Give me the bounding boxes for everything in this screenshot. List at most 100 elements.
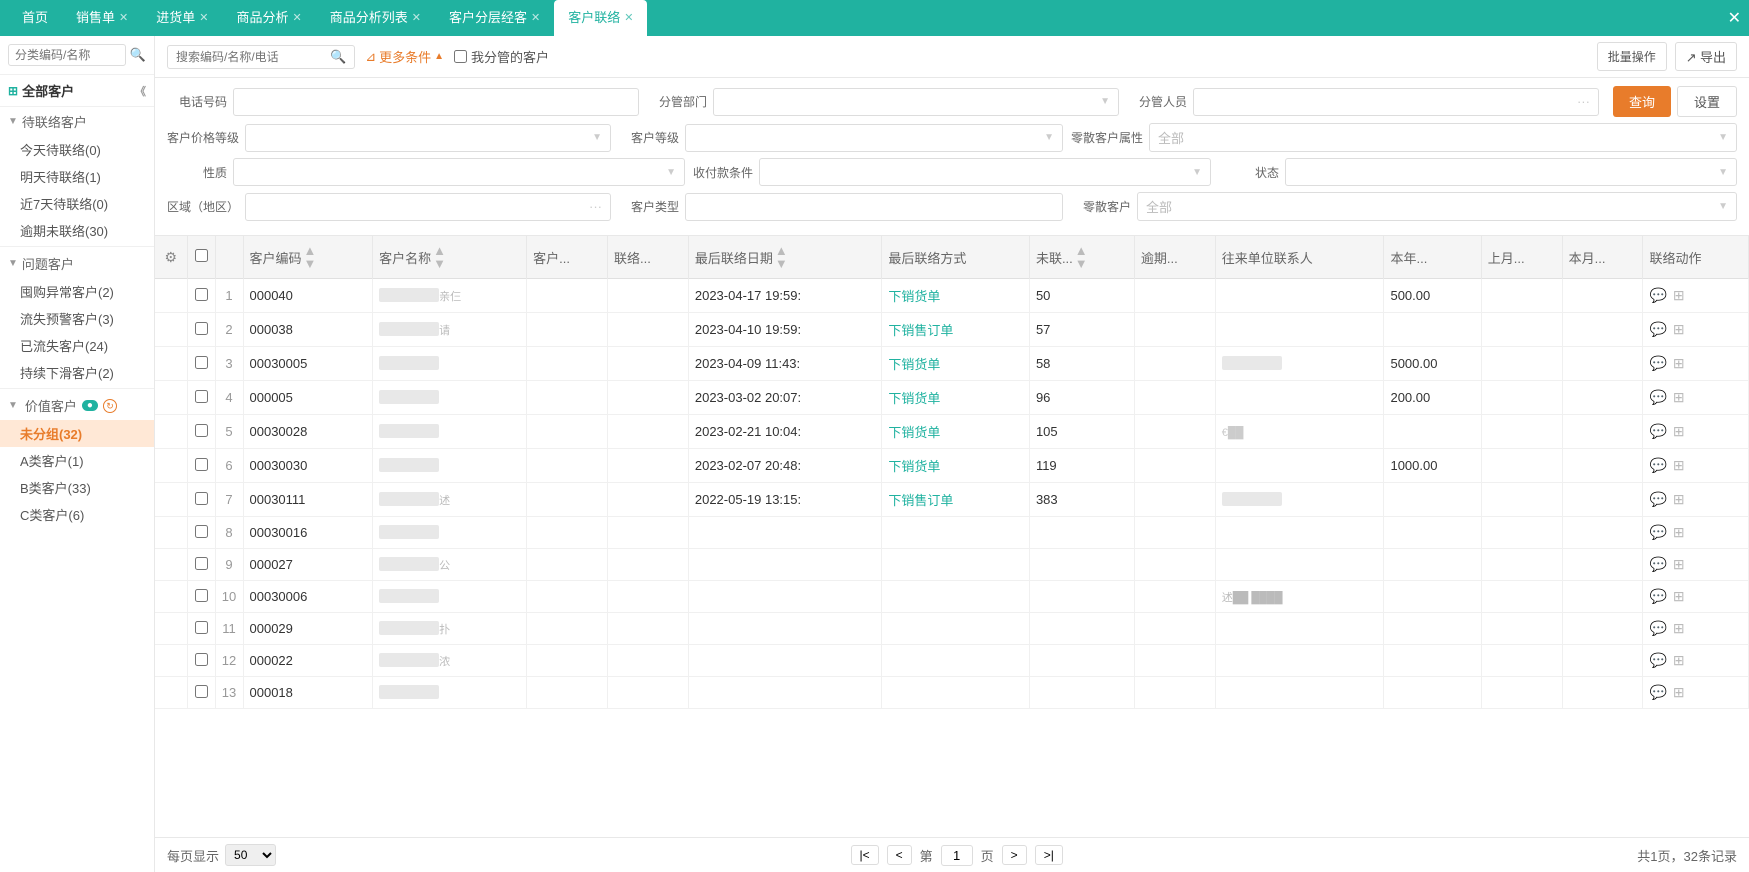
sidebar-item-class-a[interactable]: A类客户(1) xyxy=(0,447,154,474)
contact-method-link[interactable]: 下销货单 xyxy=(888,357,940,372)
export-button[interactable]: ↗ 导出 xyxy=(1675,42,1737,71)
th-overdue[interactable]: 逾期... xyxy=(1134,236,1215,279)
tab-customer-segment[interactable]: 客户分层经客 ✕ xyxy=(435,0,554,36)
sort-icon-name[interactable]: ▲▼ xyxy=(433,244,446,270)
page-input[interactable] xyxy=(941,845,973,866)
chat-icon[interactable]: 💬 xyxy=(1649,652,1666,669)
sidebar-group-value[interactable]: ▼ 价值客户 ● ↻ xyxy=(0,391,154,420)
sidebar-item-tomorrow-pending[interactable]: 明天待联络(1) xyxy=(0,163,154,190)
grid-action-icon[interactable]: ⊞ xyxy=(1673,684,1685,701)
sidebar-item-class-c[interactable]: C类客户(6) xyxy=(0,501,154,528)
chat-icon[interactable]: 💬 xyxy=(1649,355,1666,372)
close-purchase-tab[interactable]: ✕ xyxy=(199,0,208,36)
grid-action-icon[interactable]: ⊞ xyxy=(1673,620,1685,637)
chat-icon[interactable]: 💬 xyxy=(1649,423,1666,440)
reset-button[interactable]: 设置 xyxy=(1677,86,1737,117)
per-page-select[interactable]: 50 20 100 xyxy=(225,844,276,866)
close-product-analysis-tab[interactable]: ✕ xyxy=(293,0,302,36)
sidebar-item-class-b[interactable]: B类客户(33) xyxy=(0,474,154,501)
filter-retail-customer-input[interactable]: 全部 ▼ xyxy=(1137,192,1737,221)
th-name[interactable]: 客户名称 ▲▼ xyxy=(373,236,527,279)
chat-icon[interactable]: 💬 xyxy=(1649,620,1666,637)
row-checkbox[interactable] xyxy=(195,589,208,602)
sidebar-item-churned[interactable]: 已流失客户(24) xyxy=(0,332,154,359)
th-last-contact-method[interactable]: 最后联络方式 xyxy=(882,236,1030,279)
sidebar-search-input[interactable] xyxy=(8,44,126,66)
settings-icon[interactable]: ⚙ xyxy=(164,249,177,265)
close-customer-segment-tab[interactable]: ✕ xyxy=(531,0,540,36)
sidebar-item-7day-pending[interactable]: 近7天待联络(0) xyxy=(0,190,154,217)
row-checkbox[interactable] xyxy=(195,322,208,335)
chat-icon[interactable]: 💬 xyxy=(1649,389,1666,406)
grid-action-icon[interactable]: ⊞ xyxy=(1673,355,1685,372)
sidebar-item-declining[interactable]: 持续下滑客户(2) xyxy=(0,359,154,386)
grid-action-icon[interactable]: ⊞ xyxy=(1673,321,1685,338)
row-checkbox[interactable] xyxy=(195,424,208,437)
chat-icon[interactable]: 💬 xyxy=(1649,491,1666,508)
contact-method-link[interactable]: 下销售订单 xyxy=(888,323,953,338)
sort-icon-date[interactable]: ▲▼ xyxy=(775,244,788,270)
grid-action-icon[interactable]: ⊞ xyxy=(1673,423,1685,440)
th-settings[interactable]: ⚙ xyxy=(155,236,187,279)
contact-method-link[interactable]: 下销货单 xyxy=(888,459,940,474)
tab-purchase[interactable]: 进货单 ✕ xyxy=(142,0,222,36)
filter-person-input[interactable]: ··· xyxy=(1193,88,1599,116)
filter-search-input[interactable] xyxy=(176,50,326,64)
th-last-month[interactable]: 上月... xyxy=(1481,236,1562,279)
sidebar-item-overdue-pending[interactable]: 逾期未联络(30) xyxy=(0,217,154,244)
sidebar-item-today-pending[interactable]: 今天待联络(0) xyxy=(0,136,154,163)
grid-action-icon[interactable]: ⊞ xyxy=(1673,457,1685,474)
contact-method-link[interactable]: 下销货单 xyxy=(888,289,940,304)
tab-customer-contact[interactable]: 客户联络 ✕ xyxy=(554,0,647,36)
sort-icon-code[interactable]: ▲▼ xyxy=(304,244,317,270)
grid-action-icon[interactable]: ⊞ xyxy=(1673,588,1685,605)
sidebar-item-abnormal[interactable]: 囤购异常客户(2) xyxy=(0,278,154,305)
contact-method-link[interactable]: 下销货单 xyxy=(888,425,940,440)
filter-phone-input[interactable] xyxy=(233,88,639,116)
grid-action-icon[interactable]: ⊞ xyxy=(1673,556,1685,573)
sidebar-item-unclassified[interactable]: 未分组(32) xyxy=(0,420,154,447)
last-page-button[interactable]: >| xyxy=(1035,845,1063,865)
close-product-analysis-list-tab[interactable]: ✕ xyxy=(412,0,421,36)
query-button[interactable]: 查询 xyxy=(1613,86,1671,117)
th-contact[interactable]: 联络... xyxy=(608,236,689,279)
refresh-icon[interactable]: ↻ xyxy=(103,399,117,413)
tab-home[interactable]: 首页 xyxy=(8,0,62,36)
filter-dept-input[interactable]: ▼ xyxy=(713,88,1119,116)
row-checkbox[interactable] xyxy=(195,621,208,634)
th-no-contact[interactable]: 未联... ▲▼ xyxy=(1029,236,1134,279)
filter-customer-type-input[interactable] xyxy=(685,193,1063,221)
th-last-contact-date[interactable]: 最后联络日期 ▲▼ xyxy=(688,236,881,279)
filter-region-input[interactable]: ··· xyxy=(245,193,611,221)
sidebar-group-pending[interactable]: ▼ 待联络客户 xyxy=(0,107,154,136)
chat-icon[interactable]: 💬 xyxy=(1649,588,1666,605)
row-checkbox[interactable] xyxy=(195,356,208,369)
filter-retail-attr-input[interactable]: 全部 ▼ xyxy=(1149,123,1737,152)
contact-method-link[interactable]: 下销售订单 xyxy=(888,493,953,508)
grid-action-icon[interactable]: ⊞ xyxy=(1673,287,1685,304)
my-customers-checkbox[interactable] xyxy=(454,50,467,63)
th-unit-contact[interactable]: 往来单位联系人 xyxy=(1215,236,1384,279)
close-window-button[interactable]: ✕ xyxy=(1728,8,1741,28)
grid-action-icon[interactable]: ⊞ xyxy=(1673,491,1685,508)
batch-operations-button[interactable]: 批量操作 xyxy=(1597,42,1667,71)
filter-more-conditions[interactable]: ⊿ 更多条件 ▲ xyxy=(365,47,444,66)
select-all-checkbox[interactable] xyxy=(195,249,208,262)
grid-action-icon[interactable]: ⊞ xyxy=(1673,652,1685,669)
th-type[interactable]: 客户... xyxy=(527,236,608,279)
sidebar-search-icon[interactable]: 🔍 xyxy=(130,47,146,63)
row-checkbox[interactable] xyxy=(195,525,208,538)
row-checkbox[interactable] xyxy=(195,685,208,698)
filter-status-input[interactable]: ▼ xyxy=(1285,158,1737,186)
filter-payment-input[interactable]: ▼ xyxy=(759,158,1211,186)
chat-icon[interactable]: 💬 xyxy=(1649,457,1666,474)
row-checkbox[interactable] xyxy=(195,288,208,301)
sort-icon-no-contact[interactable]: ▲▼ xyxy=(1075,244,1088,270)
chat-icon[interactable]: 💬 xyxy=(1649,287,1666,304)
chat-icon[interactable]: 💬 xyxy=(1649,524,1666,541)
next-page-button[interactable]: > xyxy=(1002,845,1027,865)
filter-nature-input[interactable]: ▼ xyxy=(233,158,685,186)
sidebar-all-customers[interactable]: ⊞ 全部客户 《 xyxy=(0,75,154,107)
sidebar-item-churn-warning[interactable]: 流失预警客户(3) xyxy=(0,305,154,332)
th-code[interactable]: 客户编码 ▲▼ xyxy=(243,236,373,279)
